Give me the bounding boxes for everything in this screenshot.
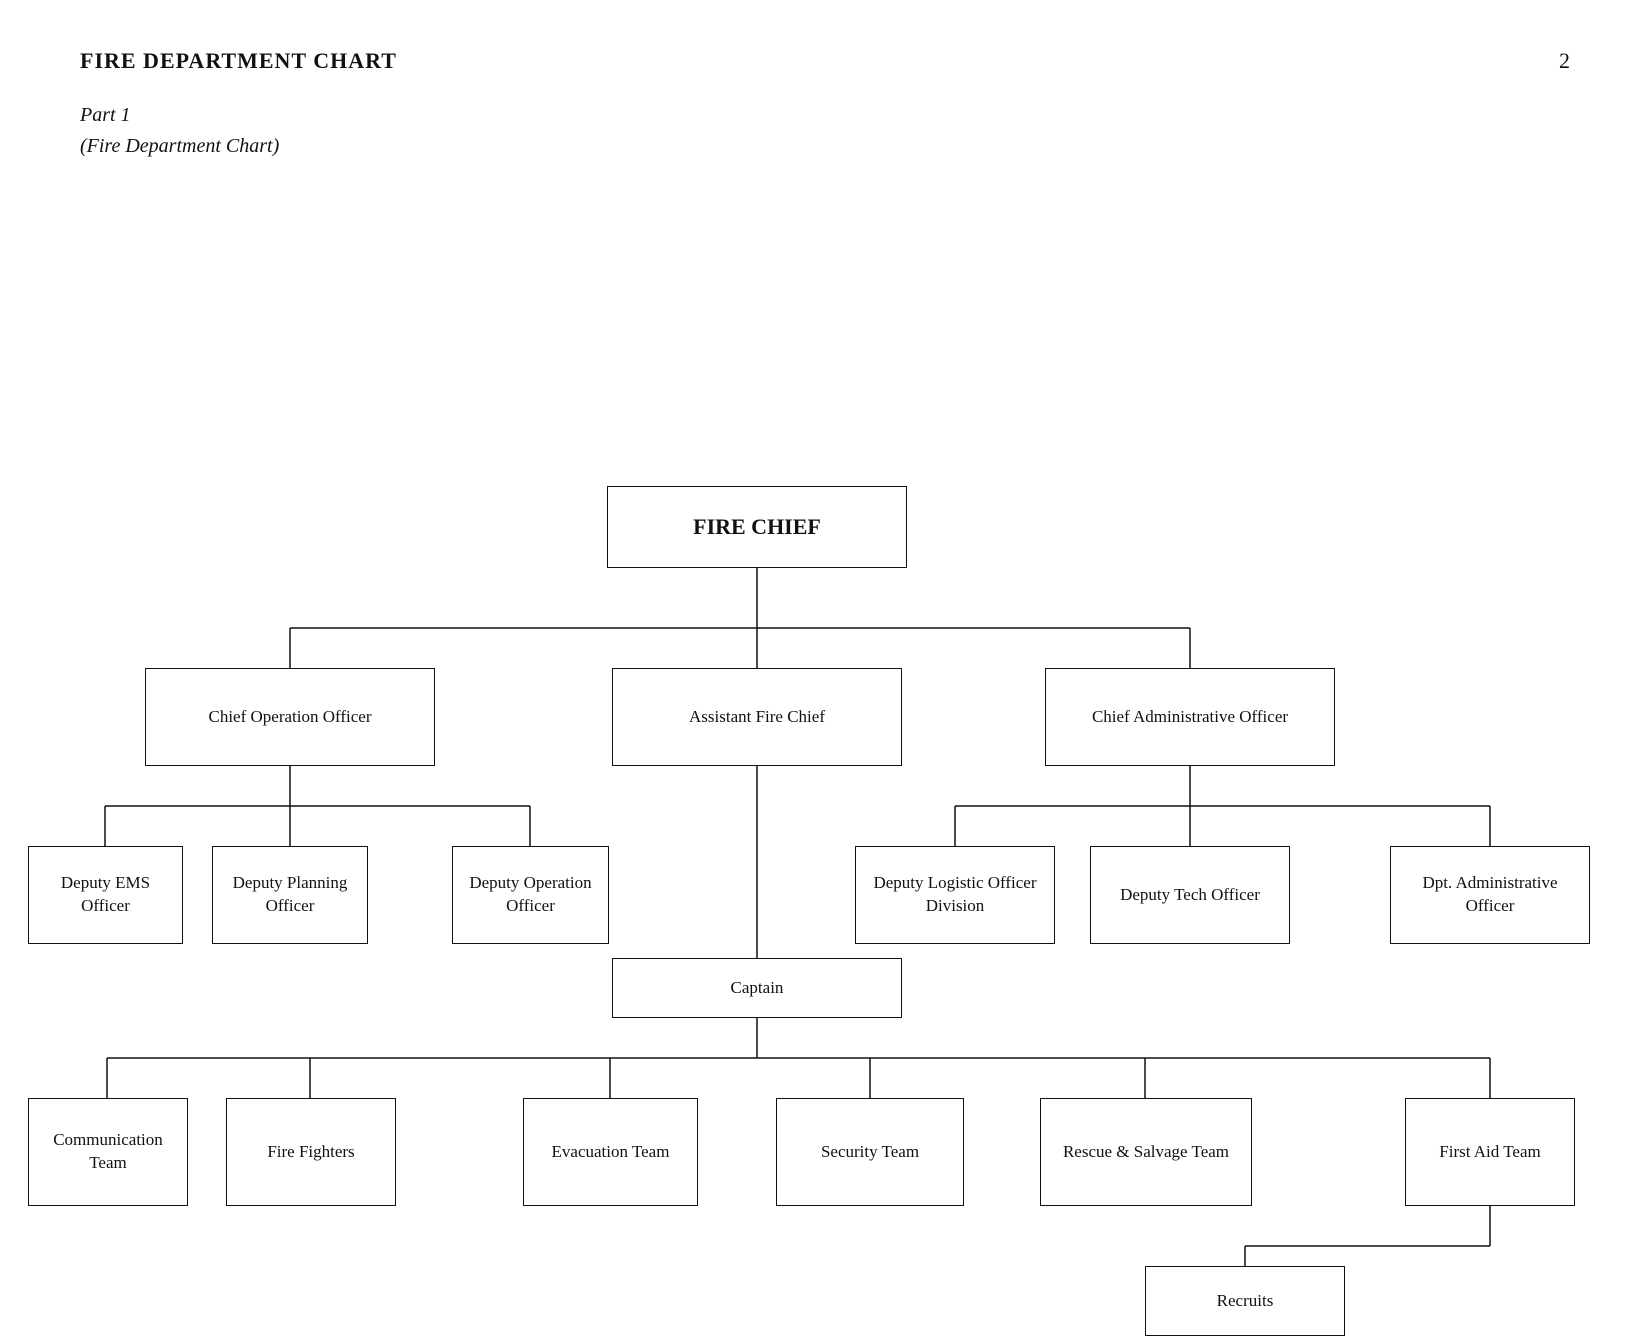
recruits-box: Recruits <box>1145 1266 1345 1336</box>
security-team-box: Security Team <box>776 1098 964 1206</box>
deputy-operation-box: Deputy Operation Officer <box>452 846 609 944</box>
first-aid-box: First Aid Team <box>1405 1098 1575 1206</box>
chief-operation-box: Chief Operation Officer <box>145 668 435 766</box>
page-title: FIRE DEPARTMENT CHART <box>80 48 397 74</box>
page-number: 2 <box>1559 48 1570 74</box>
dpt-admin-box: Dpt. Administrative Officer <box>1390 846 1590 944</box>
deputy-ems-box: Deputy EMS Officer <box>28 846 183 944</box>
assistant-fire-chief-box: Assistant Fire Chief <box>612 668 902 766</box>
communication-team-box: Communication Team <box>28 1098 188 1206</box>
chief-admin-box: Chief Administrative Officer <box>1045 668 1335 766</box>
part-label: Part 1 <box>0 74 1650 127</box>
fire-chief-box: FIRE CHIEF <box>607 486 907 568</box>
rescue-salvage-box: Rescue & Salvage Team <box>1040 1098 1252 1206</box>
captain-box: Captain <box>612 958 902 1018</box>
fire-fighters-box: Fire Fighters <box>226 1098 396 1206</box>
deputy-logistic-box: Deputy Logistic Officer Division <box>855 846 1055 944</box>
deputy-planning-box: Deputy Planning Officer <box>212 846 368 944</box>
deputy-tech-box: Deputy Tech Officer <box>1090 846 1290 944</box>
chart-subtitle: (Fire Department Chart) <box>0 127 1650 158</box>
evacuation-team-box: Evacuation Team <box>523 1098 698 1206</box>
org-chart: FIRE CHIEF Chief Operation Officer Assis… <box>0 158 1650 1308</box>
